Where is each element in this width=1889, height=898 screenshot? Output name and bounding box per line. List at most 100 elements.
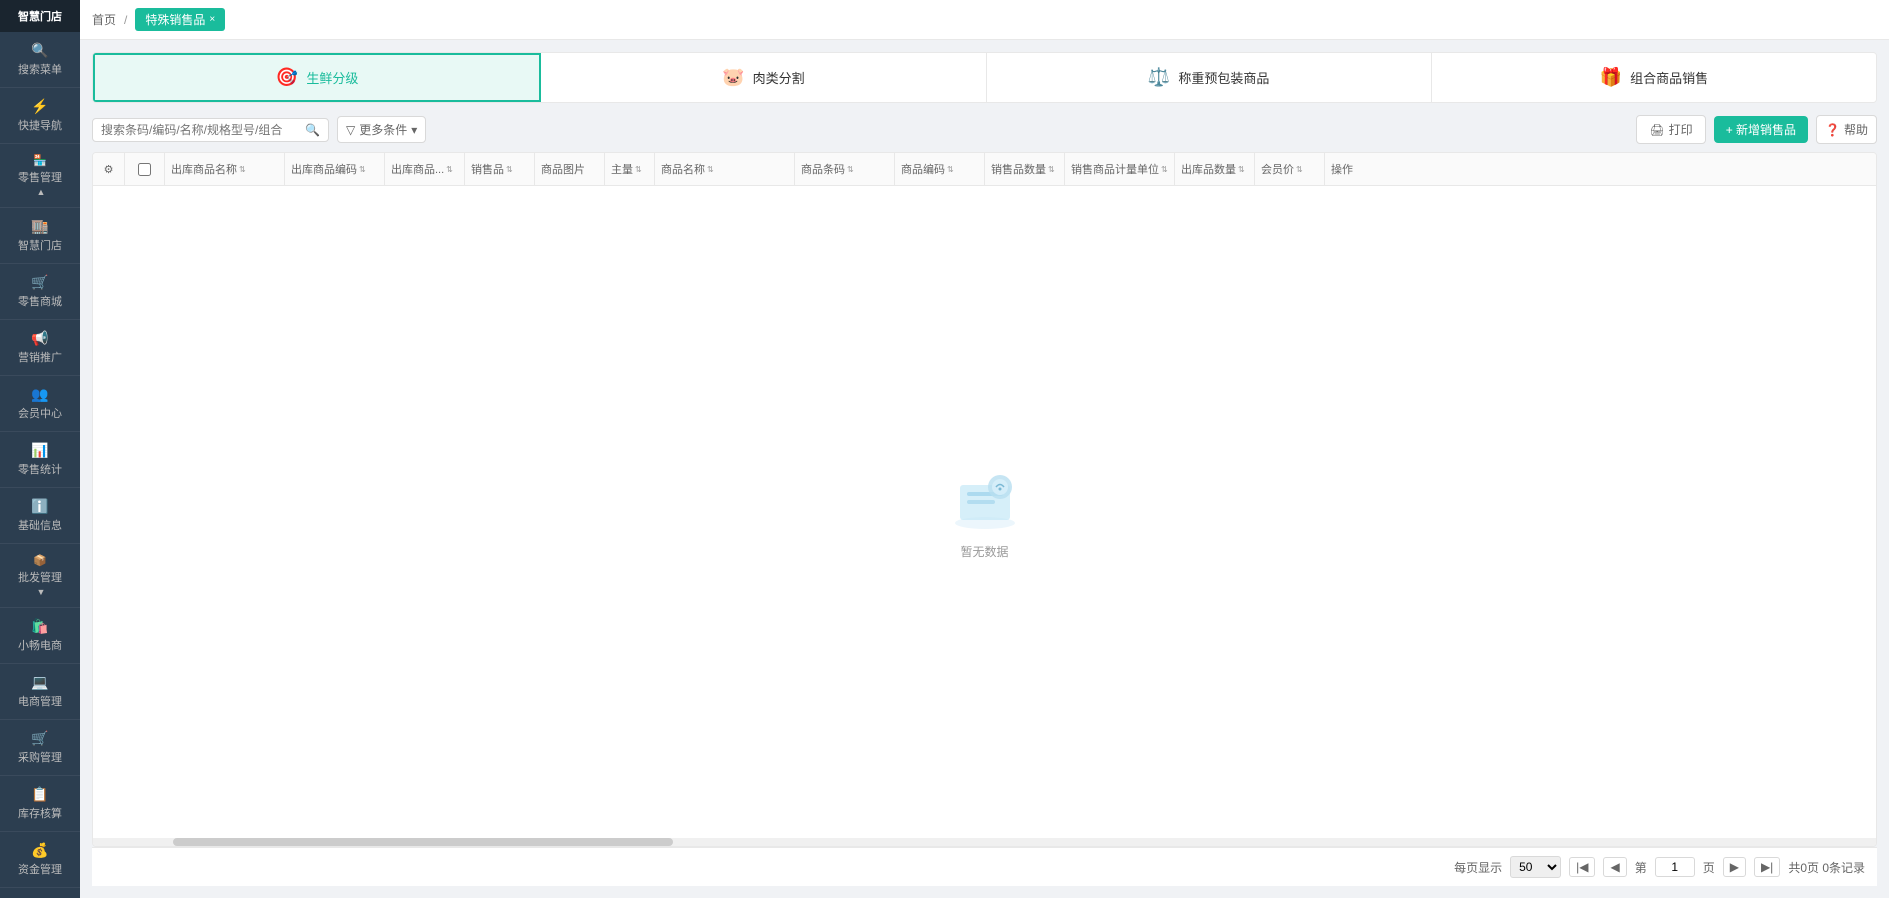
- prev-page-button[interactable]: ◀: [1603, 857, 1626, 877]
- th-label: 主量: [611, 161, 633, 177]
- th-label: 出库商品编码: [291, 161, 357, 177]
- toolbar: 🔍 ▽ 更多条件 ▾ 🖨 打印 + 新增销售品 ❓ 帮助: [92, 115, 1877, 144]
- th-sale-qty[interactable]: 销售品数量 ⇅: [985, 153, 1065, 185]
- th-out-spec[interactable]: 出库商品... ⇅: [385, 153, 465, 185]
- empty-state: 暂无数据: [945, 465, 1025, 560]
- store-icon: 🏪: [33, 154, 47, 167]
- th-label: 销售商品计量单位: [1071, 161, 1159, 177]
- sidebar-item-search[interactable]: 🔍 搜索菜单: [0, 32, 80, 88]
- th-product-name[interactable]: 商品名称 ⇅: [655, 153, 795, 185]
- search-box: 🔍: [92, 118, 329, 142]
- th-out-qty[interactable]: 出库品数量 ⇅: [1175, 153, 1255, 185]
- sidebar-item-retail-mall[interactable]: 🛒 零售商城: [0, 264, 80, 320]
- filter-label: 更多条件: [359, 121, 407, 138]
- sidebar-item-label: 营销推广: [18, 349, 62, 365]
- search-icon: 🔍: [31, 42, 48, 59]
- next-page-button[interactable]: ▶: [1723, 857, 1746, 877]
- th-main[interactable]: 主量 ⇅: [605, 153, 655, 185]
- add-product-button[interactable]: + 新增销售品: [1714, 116, 1808, 143]
- first-page-button[interactable]: |◀: [1569, 857, 1595, 877]
- th-out-name[interactable]: 出库商品名称 ⇅: [165, 153, 285, 185]
- add-label: + 新增销售品: [1726, 121, 1796, 138]
- sort-icon: ⇅: [947, 165, 954, 174]
- th-checkbox[interactable]: [125, 153, 165, 185]
- per-page-label: 每页显示: [1454, 859, 1502, 876]
- filter-button[interactable]: ▽ 更多条件 ▾: [337, 116, 426, 143]
- empty-icon: [945, 465, 1025, 535]
- th-sale-item[interactable]: 销售品 ⇅: [465, 153, 535, 185]
- breadcrumb-separator: /: [124, 13, 127, 27]
- breadcrumb-home[interactable]: 首页: [92, 11, 116, 28]
- sort-icon: ⇅: [1296, 165, 1303, 174]
- sidebar-item-label: 智慧门店: [18, 237, 62, 253]
- sidebar-item-quicknav[interactable]: ⚡ 快捷导航: [0, 88, 80, 144]
- combo-icon: 🎁: [1600, 67, 1622, 88]
- table-container: ⚙ 出库商品名称 ⇅ 出库商品编码 ⇅ 出库商品... ⇅: [92, 152, 1877, 847]
- toolbar-left: 🔍 ▽ 更多条件 ▾: [92, 116, 426, 143]
- settings-icon: ⚙: [104, 163, 114, 176]
- horizontal-scrollbar[interactable]: [93, 838, 1876, 846]
- close-tab-icon[interactable]: ×: [209, 14, 215, 25]
- money-icon: 💰: [31, 842, 48, 859]
- print-icon: 🖨: [1649, 123, 1664, 137]
- scale-icon: ⚖️: [1148, 67, 1170, 88]
- sidebar-item-retail[interactable]: 🏪 零售管理 ▲: [0, 144, 80, 208]
- th-product-code[interactable]: 商品编码 ⇅: [895, 153, 985, 185]
- sidebar-item-general-ledger[interactable]: 📒 总账管理: [0, 888, 80, 898]
- search-icon: 🔍: [305, 123, 320, 137]
- tab-weight[interactable]: ⚖️ 称重预包装商品: [987, 53, 1432, 102]
- th-member-price[interactable]: 会员价 ⇅: [1255, 153, 1325, 185]
- th-sale-unit[interactable]: 销售商品计量单位 ⇅: [1065, 153, 1175, 185]
- sidebar-item-members[interactable]: 👥 会员中心: [0, 376, 80, 432]
- chevron-down-icon: ▼: [37, 587, 46, 597]
- sidebar-item-retail-stats[interactable]: 📊 零售统计: [0, 432, 80, 488]
- help-button[interactable]: ❓ 帮助: [1816, 115, 1877, 144]
- sidebar-logo: 智慧门店: [0, 0, 80, 32]
- sidebar-item-inventory[interactable]: 📋 库存核算: [0, 776, 80, 832]
- tab-fresh[interactable]: 🎯 生鲜分级: [93, 53, 541, 102]
- pagination-bar: 每页显示 50 10 20 100 |◀ ◀ 第 页 ▶ ▶| 共0页 0条记录: [92, 847, 1877, 886]
- per-page-select[interactable]: 50 10 20 100: [1510, 856, 1561, 878]
- th-label: 销售品数量: [991, 161, 1046, 177]
- th-barcode[interactable]: 商品条码 ⇅: [795, 153, 895, 185]
- last-page-button[interactable]: ▶|: [1754, 857, 1780, 877]
- sidebar-item-label: 会员中心: [18, 405, 62, 421]
- scrollbar-thumb[interactable]: [173, 838, 673, 846]
- select-all-checkbox[interactable]: [138, 163, 151, 176]
- tab-combo[interactable]: 🎁 组合商品销售: [1432, 53, 1876, 102]
- tab-meat[interactable]: 🐷 肉类分割: [541, 53, 986, 102]
- sidebar-item-label: 零售商城: [18, 293, 62, 309]
- th-settings[interactable]: ⚙: [93, 153, 125, 185]
- lightning-icon: ⚡: [31, 98, 48, 115]
- page-label-suffix: 页: [1703, 859, 1715, 876]
- active-tab[interactable]: 特殊销售品 ×: [135, 8, 225, 31]
- sidebar-item-purchase[interactable]: 🛒 采购管理: [0, 720, 80, 776]
- page-number-input[interactable]: [1655, 857, 1695, 877]
- sort-icon: ⇅: [359, 165, 366, 174]
- sort-icon: ⇅: [1048, 165, 1055, 174]
- sidebar-item-label: 库存核算: [18, 805, 62, 821]
- search-input[interactable]: [101, 123, 301, 137]
- sidebar-item-ecommerce-small[interactable]: 🛍️ 小畅电商: [0, 608, 80, 664]
- tab-weight-label: 称重预包装商品: [1178, 68, 1269, 87]
- sidebar-item-marketing[interactable]: 📢 营销推广: [0, 320, 80, 376]
- sidebar-item-label: 资金管理: [18, 861, 62, 877]
- sidebar-item-finance[interactable]: 💰 资金管理: [0, 832, 80, 888]
- laptop-icon: 💻: [31, 674, 48, 691]
- sidebar-item-basic-info[interactable]: ℹ️ 基础信息: [0, 488, 80, 544]
- cart-icon: 🛒: [31, 274, 48, 291]
- sidebar-item-ecommerce-mgmt[interactable]: 💻 电商管理: [0, 664, 80, 720]
- sort-icon: ⇅: [707, 165, 714, 174]
- th-out-code[interactable]: 出库商品编码 ⇅: [285, 153, 385, 185]
- th-label: 销售品: [471, 161, 504, 177]
- shopping-icon: 🛍️: [31, 618, 48, 635]
- sidebar-item-label: 零售管理: [18, 169, 62, 185]
- chevron-down-icon: ▾: [411, 123, 417, 137]
- print-button[interactable]: 🖨 打印: [1636, 115, 1705, 144]
- th-image[interactable]: 商品图片: [535, 153, 605, 185]
- sidebar-item-wholesale[interactable]: 📦 批发管理 ▼: [0, 544, 80, 608]
- th-action: 操作: [1325, 153, 1876, 185]
- sidebar-item-smart-store[interactable]: 🏬 智慧门店: [0, 208, 80, 264]
- empty-text: 暂无数据: [960, 543, 1008, 560]
- table-body: 暂无数据: [93, 186, 1876, 838]
